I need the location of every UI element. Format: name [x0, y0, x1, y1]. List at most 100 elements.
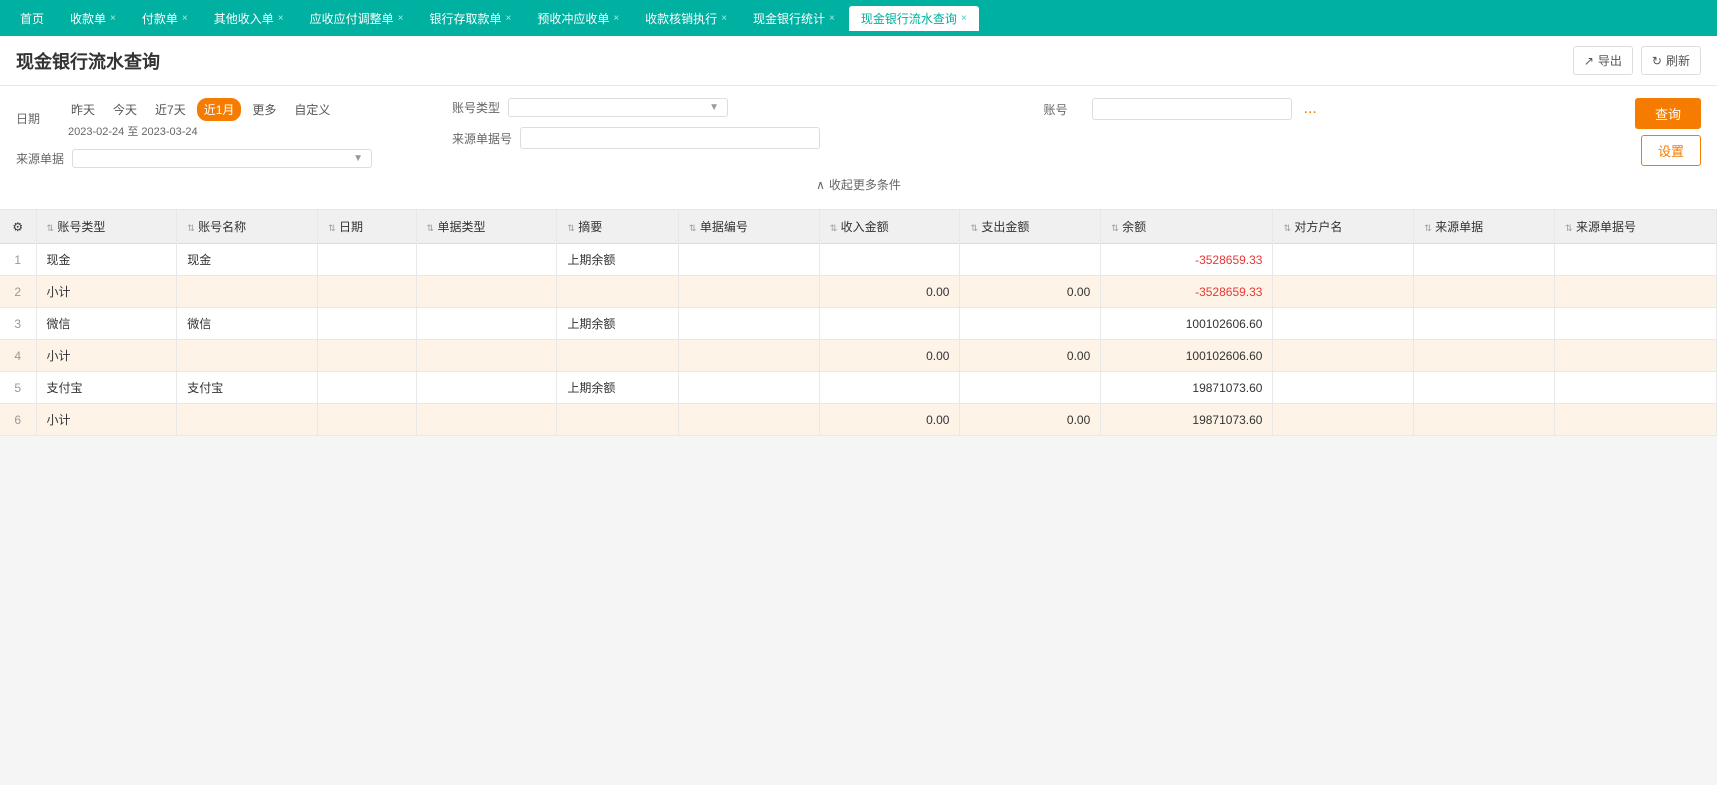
row-number: 3	[0, 308, 36, 340]
collapse-bar[interactable]: ∧ 收起更多条件	[16, 172, 1701, 197]
cell-summary	[557, 276, 679, 308]
sort-icon: ⇅	[328, 223, 336, 233]
close-icon[interactable]: ×	[398, 13, 404, 24]
col-account-name[interactable]: ⇅ 账号名称	[177, 210, 318, 244]
cell-account-type: 小计	[36, 276, 177, 308]
nav-tab-yingshou[interactable]: 应收应付调整单 ×	[298, 6, 416, 31]
sort-icon: ⇅	[830, 223, 838, 233]
cell-income	[819, 244, 960, 276]
nav-tab-yinhang[interactable]: 银行存取款单 ×	[417, 6, 523, 31]
close-icon[interactable]: ×	[182, 13, 188, 24]
close-icon[interactable]: ×	[613, 13, 619, 24]
cell-balance: 19871073.60	[1101, 372, 1273, 404]
cell-account-name	[177, 276, 318, 308]
account-dots[interactable]: ...	[1300, 100, 1321, 118]
cell-source-doc	[1414, 340, 1555, 372]
nav-tab-fukuan[interactable]: 付款单 ×	[130, 6, 200, 31]
table-row: 2 小计 0.00 0.00 -3528659.33	[0, 276, 1717, 308]
cell-income	[819, 372, 960, 404]
nav-tab-home[interactable]: 首页	[8, 6, 56, 31]
export-button[interactable]: ↗ 导出	[1573, 46, 1633, 75]
chevron-down-icon: ▼	[709, 102, 719, 113]
nav-tab-shoukuan-hexiao[interactable]: 收款核销执行 ×	[633, 6, 739, 31]
nav-tab-yushou[interactable]: 预收冲应收单 ×	[525, 6, 631, 31]
cell-doc-type	[416, 308, 557, 340]
close-icon[interactable]: ×	[505, 13, 511, 24]
cell-source-doc-no	[1555, 340, 1717, 372]
cell-income: 0.00	[819, 276, 960, 308]
col-counterpart[interactable]: ⇅ 对方户名	[1273, 210, 1414, 244]
date-btn-today[interactable]: 今天	[106, 98, 144, 121]
cell-doc-type	[416, 404, 557, 436]
account-type-select[interactable]: ▼	[508, 98, 728, 117]
cell-expense: 0.00	[960, 276, 1101, 308]
source-doc-no-input[interactable]	[520, 127, 820, 149]
row-number: 4	[0, 340, 36, 372]
cell-counterpart	[1273, 276, 1414, 308]
cell-doc-no	[678, 372, 819, 404]
filter-area: 日期 昨天 今天 近7天 近1月 更多 自定义 2023-02-24 至 202…	[0, 86, 1717, 210]
cell-account-name: 微信	[177, 308, 318, 340]
cell-income: 0.00	[819, 340, 960, 372]
date-btn-yesterday[interactable]: 昨天	[64, 98, 102, 121]
cell-account-type: 支付宝	[36, 372, 177, 404]
col-date[interactable]: ⇅ 日期	[318, 210, 416, 244]
cell-date	[318, 244, 416, 276]
source-doc-select[interactable]: ▼	[72, 149, 372, 168]
date-block: 昨天 今天 近7天 近1月 更多 自定义 2023-02-24 至 2023-0…	[64, 98, 337, 139]
table-body: 1 现金 现金 上期余额 -3528659.33 2 小计 0.00 0.00 …	[0, 244, 1717, 436]
close-icon[interactable]: ×	[829, 13, 835, 24]
col-doc-type[interactable]: ⇅ 单据类型	[416, 210, 557, 244]
close-icon[interactable]: ×	[961, 13, 967, 24]
col-expense[interactable]: ⇅ 支出金额	[960, 210, 1101, 244]
cell-balance: 19871073.60	[1101, 404, 1273, 436]
settings-button[interactable]: 设置	[1641, 135, 1701, 166]
cell-source-doc	[1414, 404, 1555, 436]
cell-expense: 0.00	[960, 340, 1101, 372]
cell-date	[318, 372, 416, 404]
cell-account-type: 小计	[36, 404, 177, 436]
cell-source-doc	[1414, 372, 1555, 404]
cell-account-type: 微信	[36, 308, 177, 340]
col-settings[interactable]: ⚙	[0, 210, 36, 244]
refresh-button[interactable]: ↻ 刷新	[1641, 46, 1701, 75]
cell-source-doc-no	[1555, 404, 1717, 436]
cell-source-doc-no	[1555, 276, 1717, 308]
nav-tab-qita[interactable]: 其他收入单 ×	[202, 6, 296, 31]
col-account-type[interactable]: ⇅ 账号类型	[36, 210, 177, 244]
query-button[interactable]: 查询	[1635, 98, 1701, 129]
row-number: 1	[0, 244, 36, 276]
col-income[interactable]: ⇅ 收入金额	[819, 210, 960, 244]
col-source-doc[interactable]: ⇅ 来源单据	[1414, 210, 1555, 244]
cell-counterpart	[1273, 404, 1414, 436]
cell-doc-type	[416, 340, 557, 372]
date-btn-1month[interactable]: 近1月	[197, 98, 242, 121]
date-btn-more[interactable]: 更多	[245, 98, 283, 121]
date-btn-custom[interactable]: 自定义	[287, 98, 337, 121]
nav-tab-liushui[interactable]: 现金银行流水查询 ×	[849, 6, 979, 31]
table-header-row: ⚙ ⇅ 账号类型 ⇅ 账号名称 ⇅ 日期 ⇅ 单据类型	[0, 210, 1717, 244]
cell-date	[318, 404, 416, 436]
nav-tab-tongji[interactable]: 现金银行统计 ×	[741, 6, 847, 31]
col-balance[interactable]: ⇅ 余额	[1101, 210, 1273, 244]
nav-tab-shoukuan[interactable]: 收款单 ×	[58, 6, 128, 31]
sort-icon: ⇅	[567, 223, 575, 233]
close-icon[interactable]: ×	[110, 13, 116, 24]
col-doc-no[interactable]: ⇅ 单据编号	[678, 210, 819, 244]
account-input[interactable]	[1092, 98, 1292, 120]
cell-account-type: 小计	[36, 340, 177, 372]
sort-icon: ⇅	[1565, 223, 1573, 233]
cell-summary: 上期余额	[557, 244, 679, 276]
date-btn-7days[interactable]: 近7天	[148, 98, 193, 121]
top-navigation: 首页 收款单 × 付款单 × 其他收入单 × 应收应付调整单 × 银行存取款单 …	[0, 0, 1717, 36]
chevron-down-icon: ▼	[353, 153, 363, 164]
table-row: 1 现金 现金 上期余额 -3528659.33	[0, 244, 1717, 276]
cell-doc-type	[416, 244, 557, 276]
close-icon[interactable]: ×	[721, 13, 727, 24]
col-summary[interactable]: ⇅ 摘要	[557, 210, 679, 244]
cell-summary: 上期余额	[557, 372, 679, 404]
col-source-doc-no[interactable]: ⇅ 来源单据号	[1555, 210, 1717, 244]
cell-doc-no	[678, 244, 819, 276]
close-icon[interactable]: ×	[278, 13, 284, 24]
cell-account-type: 现金	[36, 244, 177, 276]
